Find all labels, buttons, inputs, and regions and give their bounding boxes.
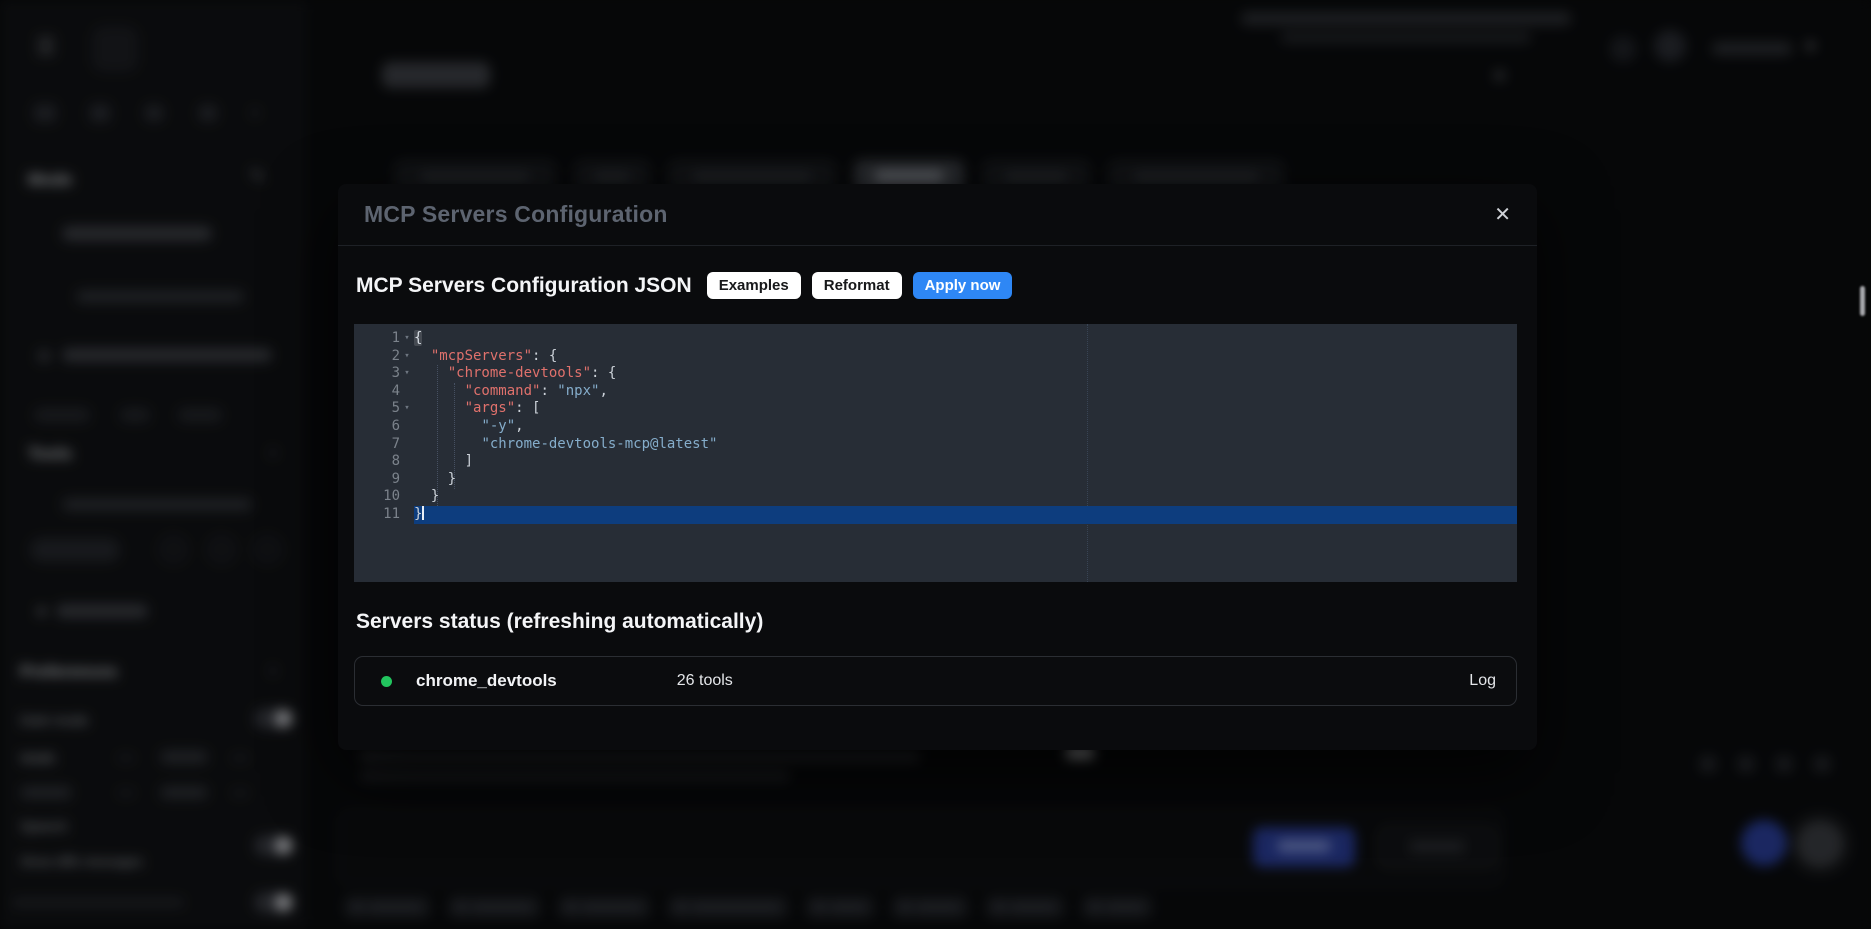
editor-line-10[interactable]: 10 } (354, 488, 1517, 506)
app-root: ☰ › Mode ✎ Tools › ✦ Preferences › Dark … (0, 0, 1871, 929)
code-content: "-y", (481, 417, 524, 434)
code-content: } (447, 470, 457, 487)
editor-line-8[interactable]: 8 ] (354, 453, 1517, 471)
code-content: { (414, 330, 423, 346)
scrollbar-thumb[interactable] (1860, 286, 1865, 316)
text-cursor (422, 505, 425, 520)
code-content: "command": "npx", (464, 382, 608, 399)
fold-arrow-icon[interactable]: ▾ (400, 365, 414, 383)
line-number: 3 (391, 365, 400, 382)
code-content: } (414, 505, 1517, 524)
line-number: 7 (391, 435, 400, 452)
editor-line-9[interactable]: 9 } (354, 471, 1517, 489)
line-number: 8 (391, 453, 400, 470)
server-name: chrome_devtools (416, 671, 557, 690)
editor-line-3[interactable]: 3 ▾ "chrome-devtools": { (354, 365, 1517, 383)
code-content: } (430, 488, 440, 505)
json-editor[interactable]: 1 ▾{2 ▾ "mcpServers": {3 ▾ "chrome-devtools… (354, 324, 1517, 582)
server-status-dot (381, 675, 392, 687)
line-number: 6 (391, 417, 400, 434)
apply-now-button[interactable]: Apply now (912, 272, 1013, 299)
code-content: ] (464, 453, 474, 470)
servers-status-heading: Servers status (refreshing automatically… (356, 610, 764, 633)
line-number: 4 (391, 382, 400, 399)
server-log-link[interactable]: Log (1469, 672, 1496, 690)
server-status-row: chrome_devtools 26 tools Log (354, 656, 1517, 706)
modal-body: MCP Servers Configuration JSON Examples … (338, 246, 1537, 706)
modal-title: MCP Servers Configuration (364, 201, 668, 227)
editor-line-1[interactable]: 1 ▾{ (354, 330, 1517, 348)
editor-line-6[interactable]: 6 "-y", (354, 418, 1517, 436)
line-number: 9 (391, 470, 400, 487)
close-icon[interactable]: ✕ (1494, 205, 1511, 225)
fold-arrow-icon[interactable]: ▾ (400, 348, 414, 366)
fold-arrow-icon[interactable]: ▾ (400, 400, 414, 418)
code-content: "mcpServers": { (430, 347, 558, 364)
code-content: "args": [ (464, 400, 541, 417)
server-tools-count: 26 tools (676, 672, 733, 689)
code-content: "chrome-devtools": { (447, 365, 617, 382)
editor-line-11[interactable]: 11} (354, 505, 1517, 524)
section-title: MCP Servers Configuration JSON (356, 273, 692, 297)
code-content: "chrome-devtools-mcp@latest" (481, 435, 718, 452)
line-number: 10 (383, 488, 400, 505)
examples-button[interactable]: Examples (706, 272, 801, 299)
line-number: 11 (383, 505, 400, 522)
line-number: 5 (391, 400, 400, 417)
mcp-servers-modal: MCP Servers Configuration ✕ MCP Servers … (338, 184, 1537, 750)
line-number: 1 (391, 330, 400, 346)
modal-header: MCP Servers Configuration ✕ (338, 184, 1537, 246)
section-header-row: MCP Servers Configuration JSON Examples … (354, 272, 1517, 299)
editor-line-2[interactable]: 2 ▾ "mcpServers": { (354, 348, 1517, 366)
editor-line-4[interactable]: 4 "command": "npx", (354, 383, 1517, 401)
line-number: 2 (391, 347, 400, 364)
editor-line-7[interactable]: 7 "chrome-devtools-mcp@latest" (354, 436, 1517, 454)
json-editor-lines: 1 ▾{2 ▾ "mcpServers": {3 ▾ "chrome-devtools… (354, 324, 1517, 524)
editor-line-5[interactable]: 5 ▾ "args": [ (354, 400, 1517, 418)
reformat-button[interactable]: Reformat (811, 272, 902, 299)
fold-arrow-icon[interactable]: ▾ (400, 330, 414, 348)
